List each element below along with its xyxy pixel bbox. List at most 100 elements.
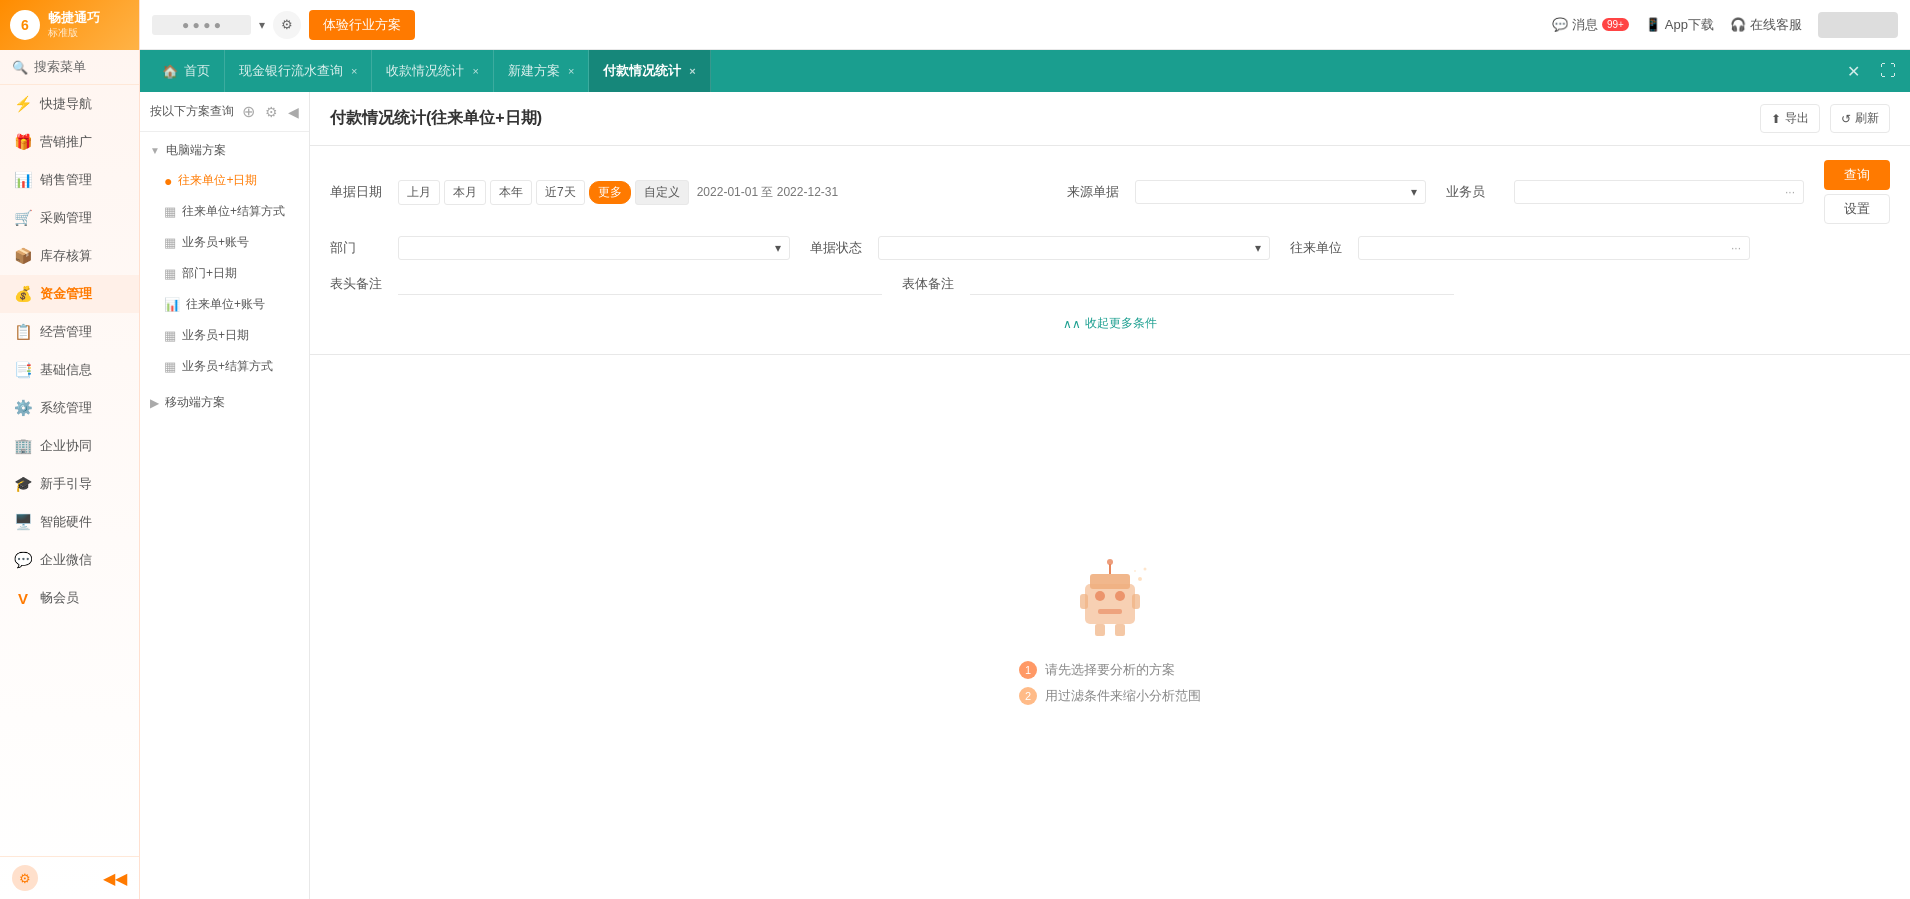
finance-icon: 💰: [14, 285, 32, 303]
headset-icon: 🎧: [1730, 17, 1746, 32]
sidebar-item-inventory[interactable]: 📦 库存核算: [0, 237, 139, 275]
scheme-mobile-label: 移动端方案: [165, 394, 225, 411]
sidebar-item-sales[interactable]: 📊 销售管理: [0, 161, 139, 199]
member-icon: V: [14, 590, 32, 607]
staff-select[interactable]: ···: [1514, 180, 1805, 204]
scheme-desktop-header[interactable]: ▼ 电脑端方案: [140, 136, 309, 165]
sidebar-item-enterprise[interactable]: 🏢 企业协同: [0, 427, 139, 465]
partner-select[interactable]: ···: [1358, 236, 1750, 260]
scheme-item-staff-date[interactable]: ▦ 业务员+日期: [140, 320, 309, 351]
settings-footer-icon[interactable]: ⚙: [12, 865, 38, 891]
body-note-label: 表体备注: [902, 275, 962, 293]
sidebar-item-label: 畅会员: [40, 589, 79, 607]
date-btn-custom[interactable]: 自定义: [635, 180, 689, 205]
scheme-item-unit-account[interactable]: 📊 往来单位+账号: [140, 289, 309, 320]
company-dropdown-icon[interactable]: ▾: [259, 18, 265, 32]
message-button[interactable]: 💬 消息 99+: [1552, 16, 1629, 34]
sidebar-item-label: 智能硬件: [40, 513, 92, 531]
date-btn-7days[interactable]: 近7天: [536, 180, 585, 205]
date-btn-this-month[interactable]: 本月: [444, 180, 486, 205]
source-select[interactable]: ▾: [1135, 180, 1426, 204]
sidebar-item-basic-info[interactable]: 📑 基础信息: [0, 351, 139, 389]
empty-hint-1: 1 请先选择要分析的方案: [1019, 661, 1201, 679]
dept-select[interactable]: ▾: [398, 236, 790, 260]
scheme-mobile-section[interactable]: ▶ 移动端方案: [140, 386, 309, 419]
header-note-input[interactable]: [398, 272, 882, 295]
sidebar-collapse-button[interactable]: ◀◀: [103, 869, 127, 888]
sidebar-item-guide[interactable]: 🎓 新手引导: [0, 465, 139, 503]
sidebar-item-purchase[interactable]: 🛒 采购管理: [0, 199, 139, 237]
date-btn-more[interactable]: 更多: [589, 181, 631, 204]
tab-label: 收款情况统计: [386, 62, 464, 80]
tab-receipt-stats[interactable]: 收款情况统计 ×: [372, 50, 493, 92]
user-avatar[interactable]: [1818, 12, 1898, 38]
sidebar-item-system[interactable]: ⚙️ 系统管理: [0, 389, 139, 427]
grid-icon: ▦: [164, 204, 176, 219]
tab-payment-stats[interactable]: 付款情况统计 ×: [589, 50, 710, 92]
query-button[interactable]: 查询: [1824, 160, 1890, 190]
scheme-collapse-icon[interactable]: ◀: [288, 104, 299, 120]
tab-expand-button[interactable]: ⛶: [1874, 60, 1902, 82]
refresh-button[interactable]: ↺ 刷新: [1830, 104, 1890, 133]
sidebar-item-marketing[interactable]: 🎁 营销推广: [0, 123, 139, 161]
right-content: 付款情况统计(往来单位+日期) ⬆ 导出 ↺ 刷新 单: [310, 92, 1910, 899]
settings-button[interactable]: 设置: [1824, 194, 1890, 224]
svg-rect-7: [1095, 624, 1105, 636]
svg-point-2: [1095, 591, 1105, 601]
status-select[interactable]: ▾: [878, 236, 1270, 260]
grid-icon: ▦: [164, 359, 176, 374]
sidebar-search[interactable]: 🔍 搜索菜单: [0, 50, 139, 85]
sidebar-item-hardware[interactable]: 🖥️ 智能硬件: [0, 503, 139, 541]
trial-button[interactable]: 体验行业方案: [309, 10, 415, 40]
message-badge: 99+: [1602, 18, 1629, 31]
sidebar-nav: ⚡ 快捷导航 🎁 营销推广 📊 销售管理 🛒 采购管理 📦 库存核算 💰 资金管…: [0, 85, 139, 856]
app-label: App下载: [1665, 16, 1714, 34]
search-icon: 🔍: [12, 60, 28, 75]
tabbar: 🏠 首页 现金银行流水查询 × 收款情况统计 × 新建方案 × 付款情况统计 ×…: [140, 50, 1910, 92]
tab-close-payment-stats[interactable]: ×: [689, 65, 695, 77]
scheme-item-staff-account[interactable]: ▦ 业务员+账号: [140, 227, 309, 258]
sidebar-item-operation[interactable]: 📋 经营管理: [0, 313, 139, 351]
sidebar-item-quick-nav[interactable]: ⚡ 快捷导航: [0, 85, 139, 123]
logo-icon: 6: [10, 10, 40, 40]
tab-close-cash-flow[interactable]: ×: [351, 65, 357, 77]
tab-close-all-button[interactable]: ✕: [1841, 60, 1866, 83]
scheme-item-staff-settle[interactable]: ▦ 业务员+结算方式: [140, 351, 309, 382]
scheme-item-dept-date[interactable]: ▦ 部门+日期: [140, 258, 309, 289]
scheme-add-icon[interactable]: ⊕: [242, 102, 255, 121]
date-btn-this-year[interactable]: 本年: [490, 180, 532, 205]
scheme-item-unit-settle[interactable]: ▦ 往来单位+结算方式: [140, 196, 309, 227]
filter-row-2: 部门 ▾ 单据状态 ▾ 往来单位: [330, 236, 1890, 260]
tab-cash-flow[interactable]: 现金银行流水查询 ×: [225, 50, 372, 92]
page-actions: ⬆ 导出 ↺ 刷新: [1760, 104, 1890, 133]
tab-close-receipt-stats[interactable]: ×: [472, 65, 478, 77]
body-note-input[interactable]: [970, 272, 1454, 295]
hint-text-2: 用过滤条件来缩小分析范围: [1045, 687, 1201, 705]
dept-label: 部门: [330, 239, 390, 257]
online-service-button[interactable]: 🎧 在线客服: [1730, 16, 1802, 34]
collapse-label: 收起更多条件: [1085, 315, 1157, 332]
scheme-item-label: 业务员+结算方式: [182, 358, 273, 375]
system-icon: ⚙️: [14, 399, 32, 417]
app-download-button[interactable]: 📱 App下载: [1645, 16, 1714, 34]
sidebar-item-finance[interactable]: 💰 资金管理: [0, 275, 139, 313]
refresh-icon: ↺: [1841, 112, 1851, 126]
scheme-settings-icon[interactable]: ⚙: [265, 104, 278, 120]
scheme-item-unit-date[interactable]: ● 往来单位+日期: [140, 165, 309, 196]
collapse-more-button[interactable]: ∧∧ 收起更多条件: [330, 307, 1890, 340]
sidebar-item-member[interactable]: V 畅会员: [0, 579, 139, 617]
sidebar-item-weixin[interactable]: 💬 企业微信: [0, 541, 139, 579]
tab-home[interactable]: 🏠 首页: [148, 50, 225, 92]
settings-gear-button[interactable]: ⚙: [273, 11, 301, 39]
export-button[interactable]: ⬆ 导出: [1760, 104, 1820, 133]
page-title: 付款情况统计(往来单位+日期): [330, 108, 1760, 129]
filter-body-note-cell: 表体备注: [902, 272, 1454, 295]
tab-new-scheme[interactable]: 新建方案 ×: [494, 50, 589, 92]
header-note-label: 表头备注: [330, 275, 390, 293]
tab-close-new-scheme[interactable]: ×: [568, 65, 574, 77]
content-area: 按以下方案查询 ⊕ ⚙ ◀ ▼ 电脑端方案 ● 往来单位+日期 ▦ 往来单位+结…: [140, 92, 1910, 899]
operation-icon: 📋: [14, 323, 32, 341]
svg-rect-6: [1132, 594, 1140, 609]
svg-point-12: [1144, 568, 1147, 571]
date-btn-last-month[interactable]: 上月: [398, 180, 440, 205]
